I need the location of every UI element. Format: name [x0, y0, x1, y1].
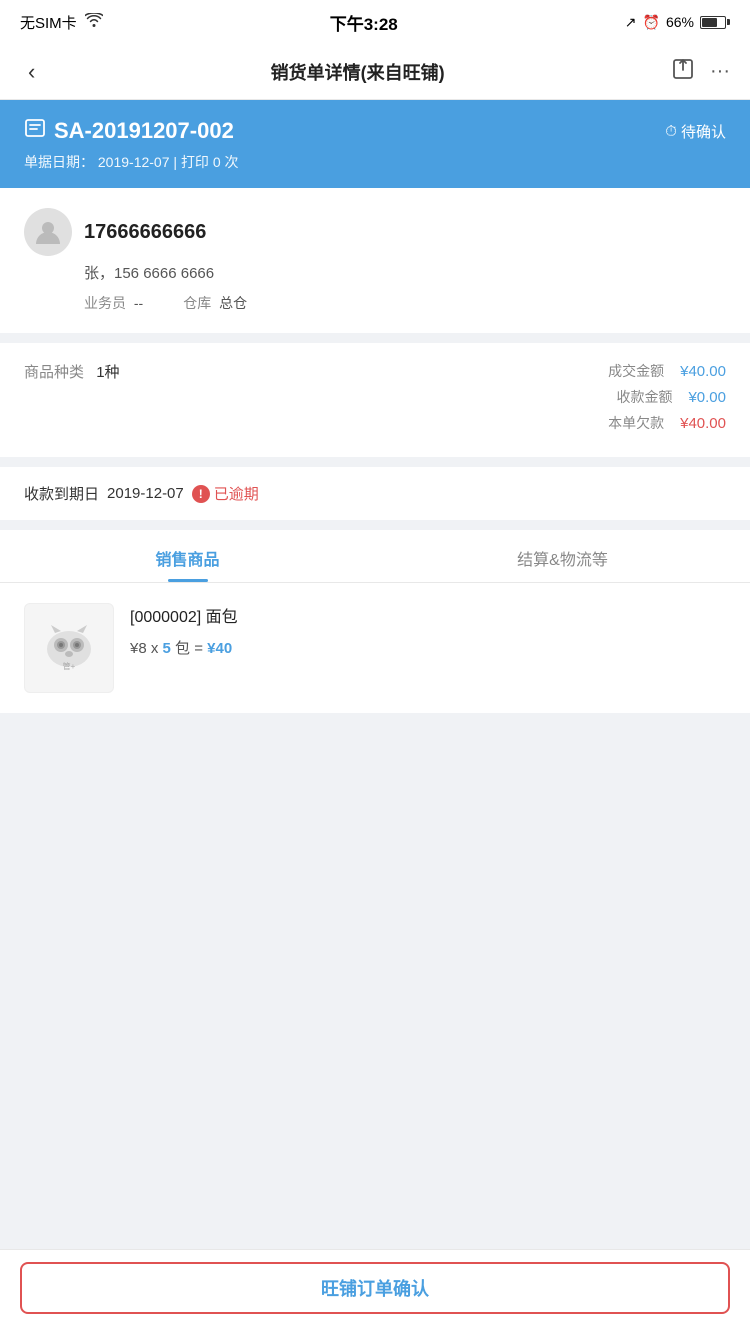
due-section: 收款到期日 2019-12-07 ! 已逾期 — [0, 467, 750, 520]
wifi-icon — [85, 13, 103, 31]
overdue-text: 已逾期 — [214, 483, 259, 504]
customer-name: 张，156 6666 6666 — [84, 262, 726, 283]
customer-top: 17666666666 — [24, 208, 726, 256]
avatar — [24, 208, 72, 256]
confirm-order-button[interactable]: 旺铺订单确认 — [20, 1262, 730, 1314]
bottom-bar: 旺铺订单确认 — [0, 1249, 750, 1334]
order-header: SA-20191207-002 ⏱ 待确认 单据日期： 2019-12-07 |… — [0, 100, 750, 188]
status-right: ↗ ⏰ 66% — [625, 14, 730, 31]
order-date-line: 单据日期： 2019-12-07 | 打印 0 次 — [24, 152, 726, 172]
customer-section: 17666666666 张，156 6666 6666 业务员 -- 仓库 总仓 — [0, 188, 750, 333]
nav-actions: ··· — [672, 58, 730, 86]
overdue-dot: ! — [192, 485, 210, 503]
info-left: 商品种类 1种 — [24, 361, 120, 433]
page-title: 销货单详情(来自旺铺) — [271, 59, 445, 85]
location-icon: ↗ — [625, 14, 637, 31]
svg-text:管+: 管+ — [63, 661, 76, 671]
amount-value: ¥40.00 — [680, 363, 726, 380]
customer-meta: 业务员 -- 仓库 总仓 — [84, 293, 726, 313]
back-button[interactable]: ‹ — [20, 51, 43, 93]
amount-row-3: 本单欠款 ¥40.00 — [608, 413, 726, 433]
carrier-label: 无SIM卡 — [20, 12, 77, 33]
tab-sales-product[interactable]: 销售商品 — [0, 530, 375, 582]
order-number: SA-20191207-002 — [24, 118, 234, 144]
nav-bar: ‹ 销货单详情(来自旺铺) ··· — [0, 44, 750, 100]
order-icon — [24, 118, 46, 144]
product-section: 管+ [0000002] 面包 ¥8 x 5 包 = ¥40 — [0, 583, 750, 713]
status-time: 下午3:28 — [330, 10, 398, 35]
received-value: ¥0.00 — [688, 389, 726, 406]
status-bar: 无SIM卡 下午3:28 ↗ ⏰ 66% — [0, 0, 750, 44]
amount-row-2: 收款金额 ¥0.00 — [616, 387, 726, 407]
product-name: [0000002] 面包 — [130, 603, 726, 627]
due-date-value: 2019-12-07 — [107, 485, 184, 502]
tab-settlement[interactable]: 结算&物流等 — [375, 530, 750, 582]
order-status: ⏱ 待确认 — [665, 121, 726, 142]
product-logo: 管+ — [39, 621, 99, 676]
product-type-item: 商品种类 1种 — [24, 361, 120, 382]
debt-value: ¥40.00 — [680, 415, 726, 432]
customer-phone: 17666666666 — [84, 221, 206, 244]
product-info: [0000002] 面包 ¥8 x 5 包 = ¥40 — [130, 603, 726, 658]
info-right: 成交金额 ¥40.00 收款金额 ¥0.00 本单欠款 ¥40.00 — [608, 361, 726, 433]
total-value: ¥40 — [207, 640, 232, 657]
clock-icon: ⏱ — [665, 123, 677, 140]
more-icon[interactable]: ··· — [710, 60, 730, 83]
order-header-top: SA-20191207-002 ⏱ 待确认 — [24, 118, 726, 144]
status-left: 无SIM卡 — [20, 12, 103, 33]
empty-area — [0, 713, 750, 913]
price-label: ¥8 — [130, 640, 147, 657]
due-date-label: 收款到期日 — [24, 483, 99, 504]
sales-meta: 业务员 -- — [84, 293, 143, 313]
info-row: 商品种类 1种 成交金额 ¥40.00 收款金额 ¥0.00 本单欠款 ¥40.… — [24, 361, 726, 433]
product-price-row: ¥8 x 5 包 = ¥40 — [130, 637, 726, 658]
qty-value: 5 — [163, 640, 171, 657]
battery-icon — [700, 16, 730, 29]
share-icon[interactable] — [672, 58, 694, 86]
battery-percent: 66% — [666, 14, 694, 30]
amount-row-1: 成交金额 ¥40.00 — [608, 361, 726, 381]
info-section: 商品种类 1种 成交金额 ¥40.00 收款金额 ¥0.00 本单欠款 ¥40.… — [0, 343, 750, 457]
alarm-icon: ⏰ — [643, 14, 660, 31]
overdue-badge: ! 已逾期 — [192, 483, 259, 504]
tabs-section: 销售商品 结算&物流等 — [0, 530, 750, 583]
warehouse-meta: 仓库 总仓 — [183, 293, 247, 313]
product-thumbnail: 管+ — [24, 603, 114, 693]
